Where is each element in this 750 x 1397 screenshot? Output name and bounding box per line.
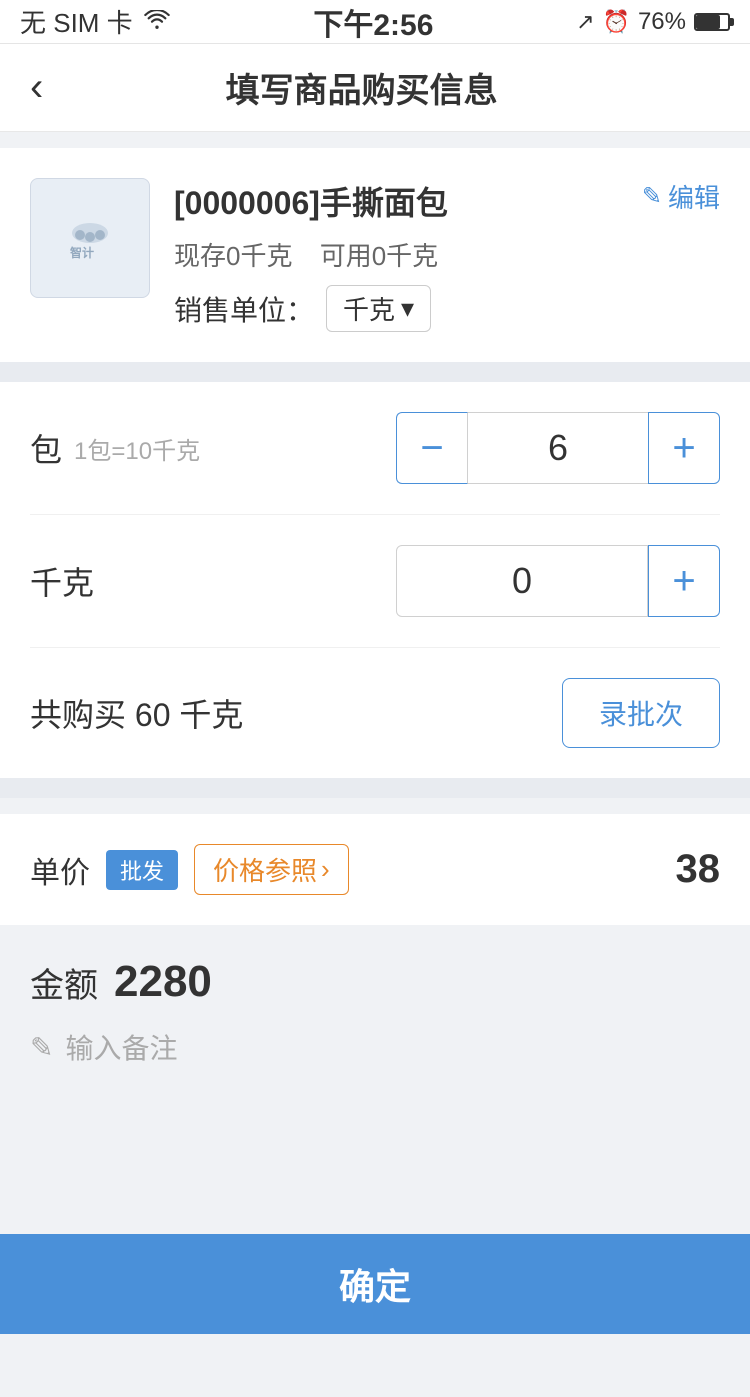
bao-plus-button[interactable]: +	[648, 412, 720, 484]
bao-minus-button[interactable]: −	[396, 412, 468, 484]
page-title: 填写商品购买信息	[63, 63, 660, 112]
amount-label: 金额	[30, 958, 98, 1007]
kg-quantity-input[interactable]	[396, 545, 648, 617]
section-divider-1	[0, 362, 750, 382]
edit-icon: ✎	[642, 182, 662, 211]
price-label: 单价	[30, 848, 90, 892]
kg-label: 千克	[30, 558, 94, 604]
confirm-button[interactable]: 确定	[0, 1234, 750, 1334]
unit-label: 销售单位：	[174, 289, 314, 329]
total-text: 共购买 60 千克	[30, 690, 243, 736]
price-section: 单价 批发 价格参照 › 38	[0, 814, 750, 925]
status-right: ↗ ⏰ 76%	[576, 8, 730, 36]
status-bar: 无 SIM 卡 下午2:56 ↗ ⏰ 76%	[0, 0, 750, 44]
nav-bar: ‹ 填写商品购买信息	[0, 44, 750, 132]
kg-plus-button[interactable]: +	[648, 545, 720, 617]
remark-icon: ✎	[30, 1031, 53, 1064]
wifi-icon	[143, 6, 171, 37]
status-time: 下午2:56	[313, 0, 433, 44]
product-stock: 现存0千克 可用0千克	[174, 236, 720, 273]
price-row: 单价 批发 价格参照 › 38	[30, 844, 720, 895]
edit-button[interactable]: ✎ 编辑	[642, 178, 720, 215]
quantity-section: 包 1包=10千克 − + 千克 +	[0, 382, 750, 648]
alarm-icon: ⏰	[603, 9, 630, 35]
total-row: 共购买 60 千克 录批次	[0, 648, 750, 778]
price-tag: 批发	[106, 850, 178, 890]
back-button[interactable]: ‹	[30, 65, 63, 110]
battery-text: 76%	[638, 8, 686, 36]
product-name: [0000006]手撕面包	[174, 178, 720, 224]
price-ref-button[interactable]: 价格参照 ›	[194, 844, 349, 895]
product-image: 智计	[30, 178, 150, 298]
bao-hint: 1包=10千克	[74, 431, 200, 466]
carrier-text: 无 SIM 卡	[20, 3, 133, 40]
remark-placeholder: 输入备注	[65, 1027, 177, 1067]
battery-icon	[694, 13, 730, 31]
product-unit-row: 销售单位： 千克 ▾	[174, 285, 720, 332]
product-card: 智计 [0000006]手撕面包 现存0千克 可用0千克 销售单位： 千克 ▾ …	[0, 148, 750, 362]
bao-quantity-control: − +	[396, 412, 720, 484]
svg-text:智计: 智计	[69, 245, 94, 260]
stock-current: 现存0千克	[174, 241, 292, 271]
record-batch-button[interactable]: 录批次	[562, 678, 720, 748]
stock-available: 可用0千克	[320, 241, 438, 271]
section-divider-2	[0, 778, 750, 798]
bao-label: 包	[30, 425, 62, 471]
kg-quantity-control: +	[396, 545, 720, 617]
amount-section: 金额 2280 ✎ 输入备注	[0, 927, 750, 1097]
amount-row: 金额 2280	[30, 957, 720, 1007]
location-icon: ↗	[576, 9, 594, 35]
unit-selector[interactable]: 千克 ▾	[326, 285, 431, 332]
status-carrier: 无 SIM 卡	[20, 3, 171, 40]
product-info: [0000006]手撕面包 现存0千克 可用0千克 销售单位： 千克 ▾	[174, 178, 720, 332]
remark-row[interactable]: ✎ 输入备注	[30, 1027, 720, 1067]
bao-quantity-row: 包 1包=10千克 − +	[30, 382, 720, 515]
kg-quantity-row: 千克 +	[30, 515, 720, 648]
amount-value: 2280	[114, 957, 212, 1007]
price-value: 38	[676, 847, 721, 892]
bao-quantity-input[interactable]	[468, 412, 648, 484]
